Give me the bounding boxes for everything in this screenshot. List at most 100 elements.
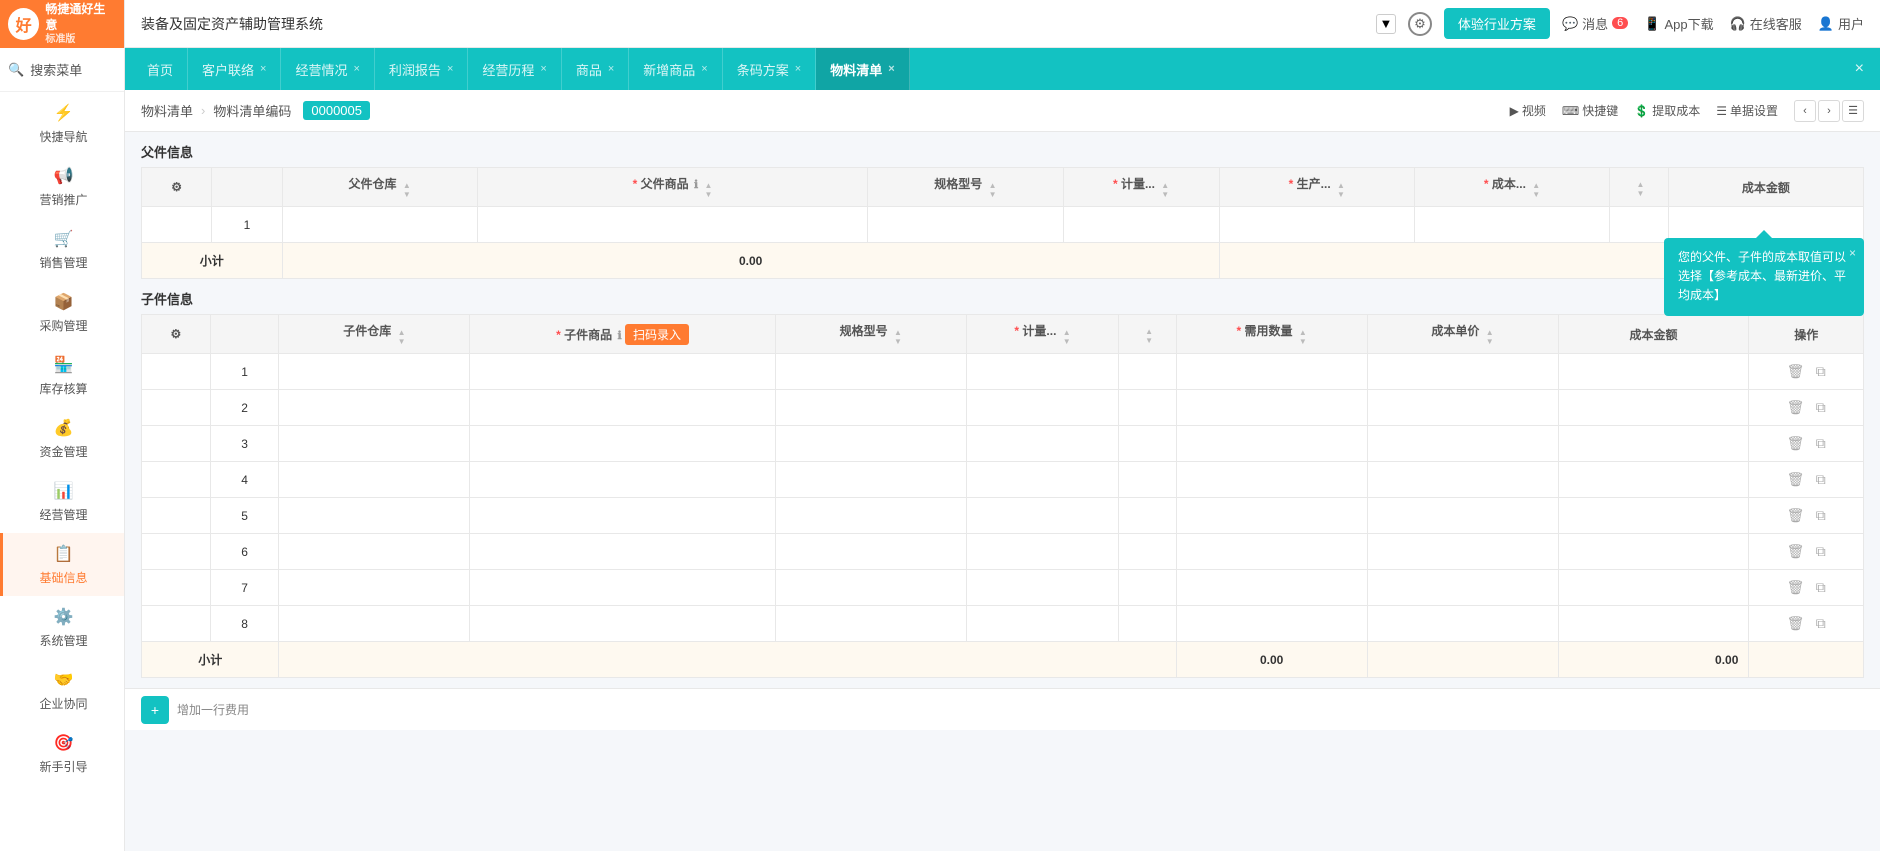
trial-button[interactable]: 体验行业方案	[1444, 8, 1550, 39]
user-button[interactable]: 👤 用户	[1818, 14, 1864, 33]
tab-bom[interactable]: 物料清单 ×	[816, 48, 909, 90]
child-r1-warehouse[interactable]	[279, 354, 470, 390]
online-service-button[interactable]: 🎧 在线客服	[1730, 14, 1802, 33]
add-row-icon[interactable]: +	[141, 696, 169, 724]
child-r2-warehouse[interactable]	[279, 390, 470, 426]
close-tab-operations[interactable]: ×	[353, 63, 359, 75]
app-download-button[interactable]: 📱 App下载	[1644, 14, 1713, 33]
expand-icon[interactable]: ▼	[1376, 14, 1396, 34]
tab-history[interactable]: 经营历程 ×	[468, 48, 561, 90]
message-button[interactable]: 💬 消息 6	[1562, 14, 1628, 33]
prev-arrow[interactable]: ‹	[1794, 100, 1816, 122]
sort-child-warehouse[interactable]: ▲▼	[398, 329, 406, 346]
child-r1-product[interactable]	[470, 354, 775, 390]
sidebar-item-operations[interactable]: 📊 经营管理	[0, 470, 124, 533]
copy-icon-5[interactable]: ⧉	[1812, 505, 1830, 525]
child-row-7: 7 🗑 ⧉	[142, 570, 1864, 606]
close-tab-bom[interactable]: ×	[888, 63, 894, 75]
delete-icon-7[interactable]: 🗑	[1783, 577, 1809, 597]
copy-icon-3[interactable]: ⧉	[1812, 433, 1830, 453]
copy-icon-2[interactable]: ⧉	[1812, 397, 1830, 417]
finance-icon: 💰	[53, 417, 75, 439]
delete-icon-5[interactable]: 🗑	[1783, 505, 1809, 525]
close-tab-profit[interactable]: ×	[447, 63, 453, 75]
close-tab-new-product[interactable]: ×	[701, 63, 707, 75]
sidebar-item-system[interactable]: ⚙️ 系统管理	[0, 596, 124, 659]
sidebar-item-quicknav[interactable]: ⚡ 快捷导航	[0, 92, 124, 155]
tab-barcode[interactable]: 条码方案 ×	[723, 48, 816, 90]
sidebar-item-purchase[interactable]: 📦 采购管理	[0, 281, 124, 344]
get-cost-action[interactable]: 💲 提取成本	[1634, 102, 1700, 119]
sidebar-item-finance[interactable]: 💰 资金管理	[0, 407, 124, 470]
tab-operations[interactable]: 经营情况 ×	[281, 48, 374, 90]
tooltip-close[interactable]: ×	[1849, 244, 1856, 263]
child-r2-unit[interactable]	[966, 390, 1119, 426]
view-action[interactable]: ▶ 视频	[1510, 102, 1546, 119]
sidebar-search[interactable]: 🔍 搜索菜单	[0, 48, 124, 92]
search-menu-button[interactable]: 🔍 搜索菜单	[8, 56, 116, 83]
delete-icon-4[interactable]: 🗑	[1783, 469, 1809, 489]
sidebar-item-marketing[interactable]: 📢 营销推广	[0, 155, 124, 218]
sidebar-item-basic[interactable]: 📋 基础信息	[0, 533, 124, 596]
delete-icon-6[interactable]: 🗑	[1783, 541, 1809, 561]
add-row-label[interactable]: 增加一行费用	[177, 701, 249, 718]
sort-product[interactable]: ▲▼	[705, 182, 713, 199]
enterprise-icon: 🤝	[53, 669, 75, 691]
child-r1-settings	[142, 354, 211, 390]
tab-home[interactable]: 首页	[133, 48, 188, 90]
tab-customer[interactable]: 客户联络 ×	[188, 48, 281, 90]
child-r2-qty[interactable]	[1176, 390, 1367, 426]
close-all-tabs[interactable]: ×	[1847, 60, 1872, 78]
sort-child-unit[interactable]: ▲▼	[1063, 329, 1071, 346]
close-tab-product[interactable]: ×	[608, 63, 614, 75]
parent-row1-product[interactable]	[477, 207, 867, 243]
sort-child-qty[interactable]: ▲▼	[1299, 329, 1307, 346]
child-r1-unit[interactable]	[966, 354, 1119, 390]
list-view[interactable]: ☰	[1842, 100, 1864, 122]
delete-icon-8[interactable]: 🗑	[1783, 613, 1809, 633]
child-subtotal-qty: 0.00	[1176, 642, 1367, 678]
copy-icon-7[interactable]: ⧉	[1812, 577, 1830, 597]
tooltip-text: 您的父件、子件的成本取值可以选择【参考成本、最新进价、平均成本】	[1678, 250, 1846, 302]
scan-button[interactable]: 扫码录入	[625, 324, 689, 345]
parent-row1-warehouse[interactable]	[282, 207, 477, 243]
copy-icon-4[interactable]: ⧉	[1812, 469, 1830, 489]
child-r2-product[interactable]	[470, 390, 775, 426]
sort-child-spec[interactable]: ▲▼	[894, 329, 902, 346]
close-tab-customer[interactable]: ×	[260, 63, 266, 75]
child-r1-qty[interactable]	[1176, 354, 1367, 390]
child-sort-arrows[interactable]: ▲▼	[1145, 328, 1153, 345]
settings-icon[interactable]: ⚙	[1408, 12, 1432, 36]
parent-row1-produce[interactable]	[1219, 207, 1414, 243]
copy-icon-1[interactable]: ⧉	[1812, 361, 1830, 381]
sidebar-item-inventory[interactable]: 🏪 库存核算	[0, 344, 124, 407]
delete-icon-3[interactable]: 🗑	[1783, 433, 1809, 453]
sort-unit[interactable]: ▲▼	[1161, 182, 1169, 199]
copy-icon-8[interactable]: ⧉	[1812, 613, 1830, 633]
tab-product[interactable]: 商品 ×	[562, 48, 629, 90]
sidebar-item-sales[interactable]: 🛒 销售管理	[0, 218, 124, 281]
parent-row1-num: 1	[212, 207, 282, 243]
delete-icon-1[interactable]: 🗑	[1783, 361, 1809, 381]
download-icon: 📱	[1644, 16, 1660, 32]
delete-icon-2[interactable]: 🗑	[1783, 397, 1809, 417]
tab-profit[interactable]: 利润报告 ×	[375, 48, 468, 90]
sort-warehouse[interactable]: ▲▼	[403, 182, 411, 199]
shortcut-action[interactable]: ⌨ 快捷键	[1562, 102, 1618, 119]
sort-spec[interactable]: ▲▼	[989, 182, 997, 199]
tab-new-product[interactable]: 新增商品 ×	[629, 48, 722, 90]
single-settings-action[interactable]: ☰ 单据设置	[1716, 102, 1778, 119]
parent-row1-cost[interactable]	[1414, 207, 1609, 243]
copy-icon-6[interactable]: ⧉	[1812, 541, 1830, 561]
parent-row1-unit[interactable]	[1063, 207, 1219, 243]
next-arrow[interactable]: ›	[1818, 100, 1840, 122]
sort-produce[interactable]: ▲▼	[1337, 182, 1345, 199]
close-tab-barcode[interactable]: ×	[795, 63, 801, 75]
sidebar-item-guide[interactable]: 🎯 新手引导	[0, 722, 124, 785]
breadcrumb-bom[interactable]: 物料清单	[141, 101, 193, 120]
sort-child-price[interactable]: ▲▼	[1486, 329, 1494, 346]
sort-cost[interactable]: ▲▼	[1532, 182, 1540, 199]
sidebar-item-enterprise[interactable]: 🤝 企业协同	[0, 659, 124, 722]
close-tab-history[interactable]: ×	[540, 63, 546, 75]
sort-arrows[interactable]: ▲▼	[1636, 181, 1644, 198]
